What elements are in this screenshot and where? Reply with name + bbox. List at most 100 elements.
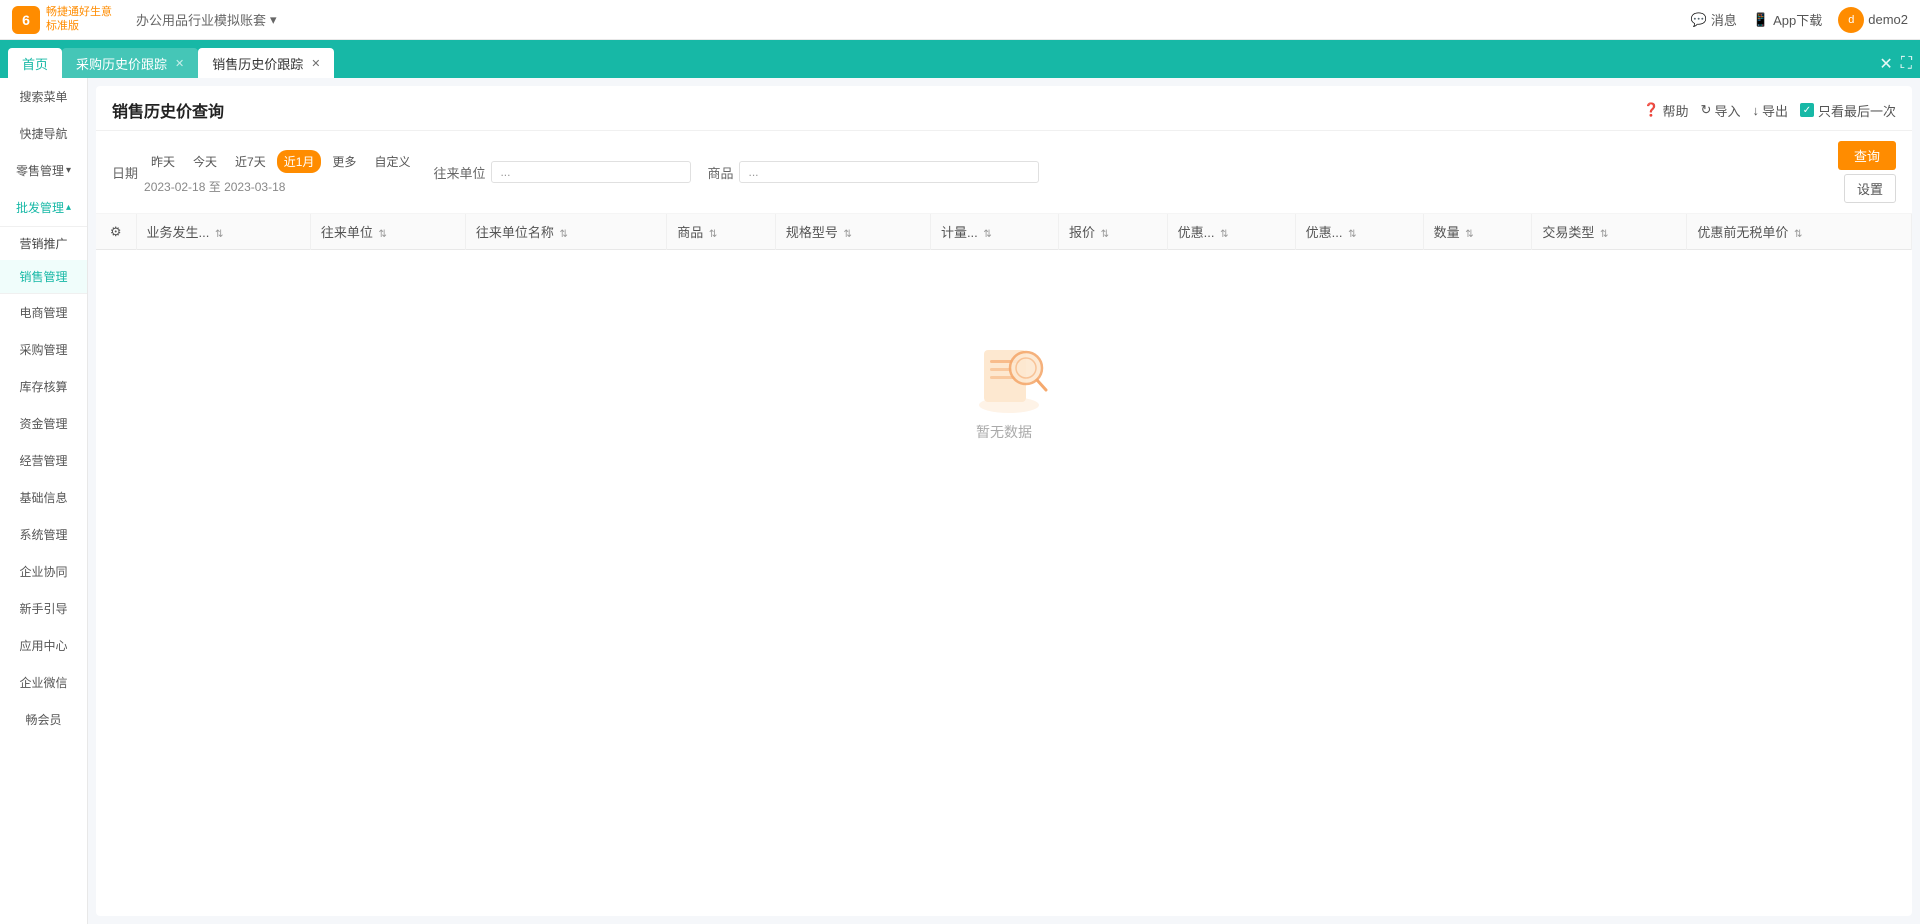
partner-placeholder: ... xyxy=(500,165,510,179)
user-profile[interactable]: d demo2 xyxy=(1838,7,1908,33)
sidebar-item-enterprise[interactable]: 企业协同 xyxy=(0,553,87,590)
sidebar-item-sales-mgr[interactable]: 销售管理 xyxy=(0,260,87,293)
sidebar-item-search[interactable]: 搜索菜单 xyxy=(0,78,87,115)
page-title-bar: 销售历史价查询 ❓ 帮助 ↻ 导入 ↓ 导出 xyxy=(96,86,1912,131)
date-btn-7days[interactable]: 近7天 xyxy=(228,150,273,173)
only-last-checkbox[interactable] xyxy=(1800,103,1814,117)
empty-state: 暂无数据 xyxy=(96,250,1912,502)
date-range: 2023-02-18 至 2023-03-18 xyxy=(144,178,417,195)
avatar: d xyxy=(1838,7,1864,33)
sort-icon: ⇅ xyxy=(1101,229,1109,240)
app-selector[interactable]: 办公用品行业模拟账套 ▾ xyxy=(136,10,277,29)
close-window-button[interactable]: ✕ xyxy=(1879,54,1892,74)
date-btn-more[interactable]: 更多 xyxy=(325,150,363,173)
sort-icon: ⇅ xyxy=(1465,229,1473,240)
content-area: 销售历史价查询 ❓ 帮助 ↻ 导入 ↓ 导出 xyxy=(88,78,1920,924)
tab-purchase[interactable]: 采购历史价跟踪 ✕ xyxy=(62,48,198,78)
sidebar-item-retail[interactable]: 零售管理 ▾ xyxy=(0,152,87,189)
col-discount2[interactable]: 优惠... ⇅ xyxy=(1295,214,1423,250)
page-actions: ❓ 帮助 ↻ 导入 ↓ 导出 只看最后一次 xyxy=(1643,101,1896,120)
import-icon: ↻ xyxy=(1701,102,1712,118)
sort-icon: ⇅ xyxy=(983,229,991,240)
date-btn-today[interactable]: 今天 xyxy=(186,150,224,173)
product-filter: 商品 ... xyxy=(707,161,1039,183)
product-placeholder: ... xyxy=(748,165,758,179)
import-button[interactable]: ↻ 导入 xyxy=(1701,101,1741,120)
chevron-down-icon: ▾ xyxy=(66,165,71,176)
col-discount1[interactable]: 优惠... ⇅ xyxy=(1167,214,1295,250)
partner-input[interactable]: ... xyxy=(491,161,691,183)
sidebar-item-wholesale[interactable]: 批发管理 ▴ xyxy=(0,189,87,226)
sidebar-item-system[interactable]: 系统管理 xyxy=(0,516,87,553)
main-layout: 搜索菜单 快捷导航 零售管理 ▾ 批发管理 ▴ 营销推广 销售管理 电商管理 采… xyxy=(0,78,1920,924)
col-unit[interactable]: 计量... ⇅ xyxy=(930,214,1058,250)
chevron-down-icon: ▾ xyxy=(270,12,277,28)
filter-actions: 查询 设置 xyxy=(1838,141,1896,203)
sidebar-item-finance[interactable]: 资金管理 xyxy=(0,405,87,442)
date-btn-yesterday[interactable]: 昨天 xyxy=(144,150,182,173)
product-input[interactable]: ... xyxy=(739,161,1039,183)
sidebar-item-basic[interactable]: 基础信息 xyxy=(0,479,87,516)
sort-icon: ⇅ xyxy=(559,229,567,240)
settings-button[interactable]: 设置 xyxy=(1844,174,1896,203)
tab-bar: 首页 采购历史价跟踪 ✕ 销售历史价跟踪 ✕ ✕ ⛶ xyxy=(0,40,1920,78)
filter-bar: 日期 昨天 今天 近7天 近1月 更多 自定义 2023-02-18 至 202… xyxy=(96,131,1912,214)
sidebar-item-inventory[interactable]: 库存核算 xyxy=(0,368,87,405)
col-product[interactable]: 商品 ⇅ xyxy=(667,214,776,250)
sidebar-item-purchase-mgr[interactable]: 采购管理 xyxy=(0,331,87,368)
sort-icon: ⇅ xyxy=(709,229,717,240)
export-icon: ↓ xyxy=(1752,103,1759,118)
download-icon: 📱 xyxy=(1753,12,1769,28)
page-title: 销售历史价查询 xyxy=(112,98,224,122)
content-inner: 销售历史价查询 ❓ 帮助 ↻ 导入 ↓ 导出 xyxy=(96,86,1912,916)
col-settings[interactable]: ⚙ xyxy=(96,214,136,250)
sidebar-item-app-center[interactable]: 应用中心 xyxy=(0,627,87,664)
col-no-tax-price[interactable]: 优惠前无税单价 ⇅ xyxy=(1687,214,1912,250)
col-partner-code[interactable]: 往来单位 ⇅ xyxy=(310,214,465,250)
product-label: 商品 xyxy=(707,163,733,182)
close-purchase-tab[interactable]: ✕ xyxy=(175,57,184,70)
download-button[interactable]: 📱 App下载 xyxy=(1753,10,1822,29)
date-filter: 日期 昨天 今天 近7天 近1月 更多 自定义 2023-02-18 至 202… xyxy=(112,150,417,195)
partner-label: 往来单位 xyxy=(433,163,485,182)
col-partner-name[interactable]: 往来单位名称 ⇅ xyxy=(465,214,666,250)
tab-bar-controls: ✕ ⛶ xyxy=(1871,54,1920,78)
sidebar-item-operation[interactable]: 经营管理 xyxy=(0,442,87,479)
col-trade-type[interactable]: 交易类型 ⇅ xyxy=(1532,214,1687,250)
col-quantity[interactable]: 数量 ⇅ xyxy=(1423,214,1532,250)
message-button[interactable]: 💬 消息 xyxy=(1691,10,1737,29)
col-spec[interactable]: 规格型号 ⇅ xyxy=(775,214,930,250)
sidebar-item-wechat[interactable]: 企业微信 xyxy=(0,664,87,701)
only-last-checkbox-label[interactable]: 只看最后一次 xyxy=(1800,101,1896,120)
close-sales-tab[interactable]: ✕ xyxy=(311,57,320,70)
col-biz-date[interactable]: 业务发生... ⇅ xyxy=(136,214,310,250)
sidebar-item-ecommerce[interactable]: 电商管理 xyxy=(0,293,87,331)
table-header-row: ⚙ 业务发生... ⇅ 往来单位 ⇅ 往来单位名称 xyxy=(96,214,1912,250)
query-button[interactable]: 查询 xyxy=(1838,141,1896,170)
help-button[interactable]: ❓ 帮助 xyxy=(1643,101,1688,120)
help-icon: ❓ xyxy=(1643,102,1659,118)
sort-icon: ⇅ xyxy=(1220,229,1228,240)
sort-icon: ⇅ xyxy=(1348,229,1356,240)
tab-sales[interactable]: 销售历史价跟踪 ✕ xyxy=(198,48,334,78)
date-buttons: 昨天 今天 近7天 近1月 更多 自定义 xyxy=(144,150,417,173)
col-price[interactable]: 报价 ⇅ xyxy=(1058,214,1167,250)
export-button[interactable]: ↓ 导出 xyxy=(1752,101,1788,120)
logo-text: 畅捷通好生意 标准版 xyxy=(46,6,112,32)
top-bar-left: 6 畅捷通好生意 标准版 办公用品行业模拟账套 ▾ xyxy=(12,6,277,34)
table-container: ⚙ 业务发生... ⇅ 往来单位 ⇅ 往来单位名称 xyxy=(96,214,1912,916)
sidebar-item-guide[interactable]: 新手引导 xyxy=(0,590,87,627)
sidebar-item-marketing[interactable]: 营销推广 xyxy=(0,226,87,260)
sidebar-item-shortcut[interactable]: 快捷导航 xyxy=(0,115,87,152)
date-btn-custom[interactable]: 自定义 xyxy=(367,150,417,173)
empty-icon xyxy=(964,330,1044,410)
top-bar-right: 💬 消息 📱 App下载 d demo2 xyxy=(1691,7,1908,33)
sidebar-item-member[interactable]: 畅会员 xyxy=(0,701,87,738)
sort-icon: ⇅ xyxy=(844,229,852,240)
logo-area: 6 畅捷通好生意 标准版 xyxy=(12,6,112,34)
tab-home[interactable]: 首页 xyxy=(8,48,62,78)
maximize-button[interactable]: ⛶ xyxy=(1901,55,1912,73)
sort-icon: ⇅ xyxy=(1794,229,1802,240)
sort-icon: ⇅ xyxy=(378,229,386,240)
date-btn-1month[interactable]: 近1月 xyxy=(277,150,322,173)
